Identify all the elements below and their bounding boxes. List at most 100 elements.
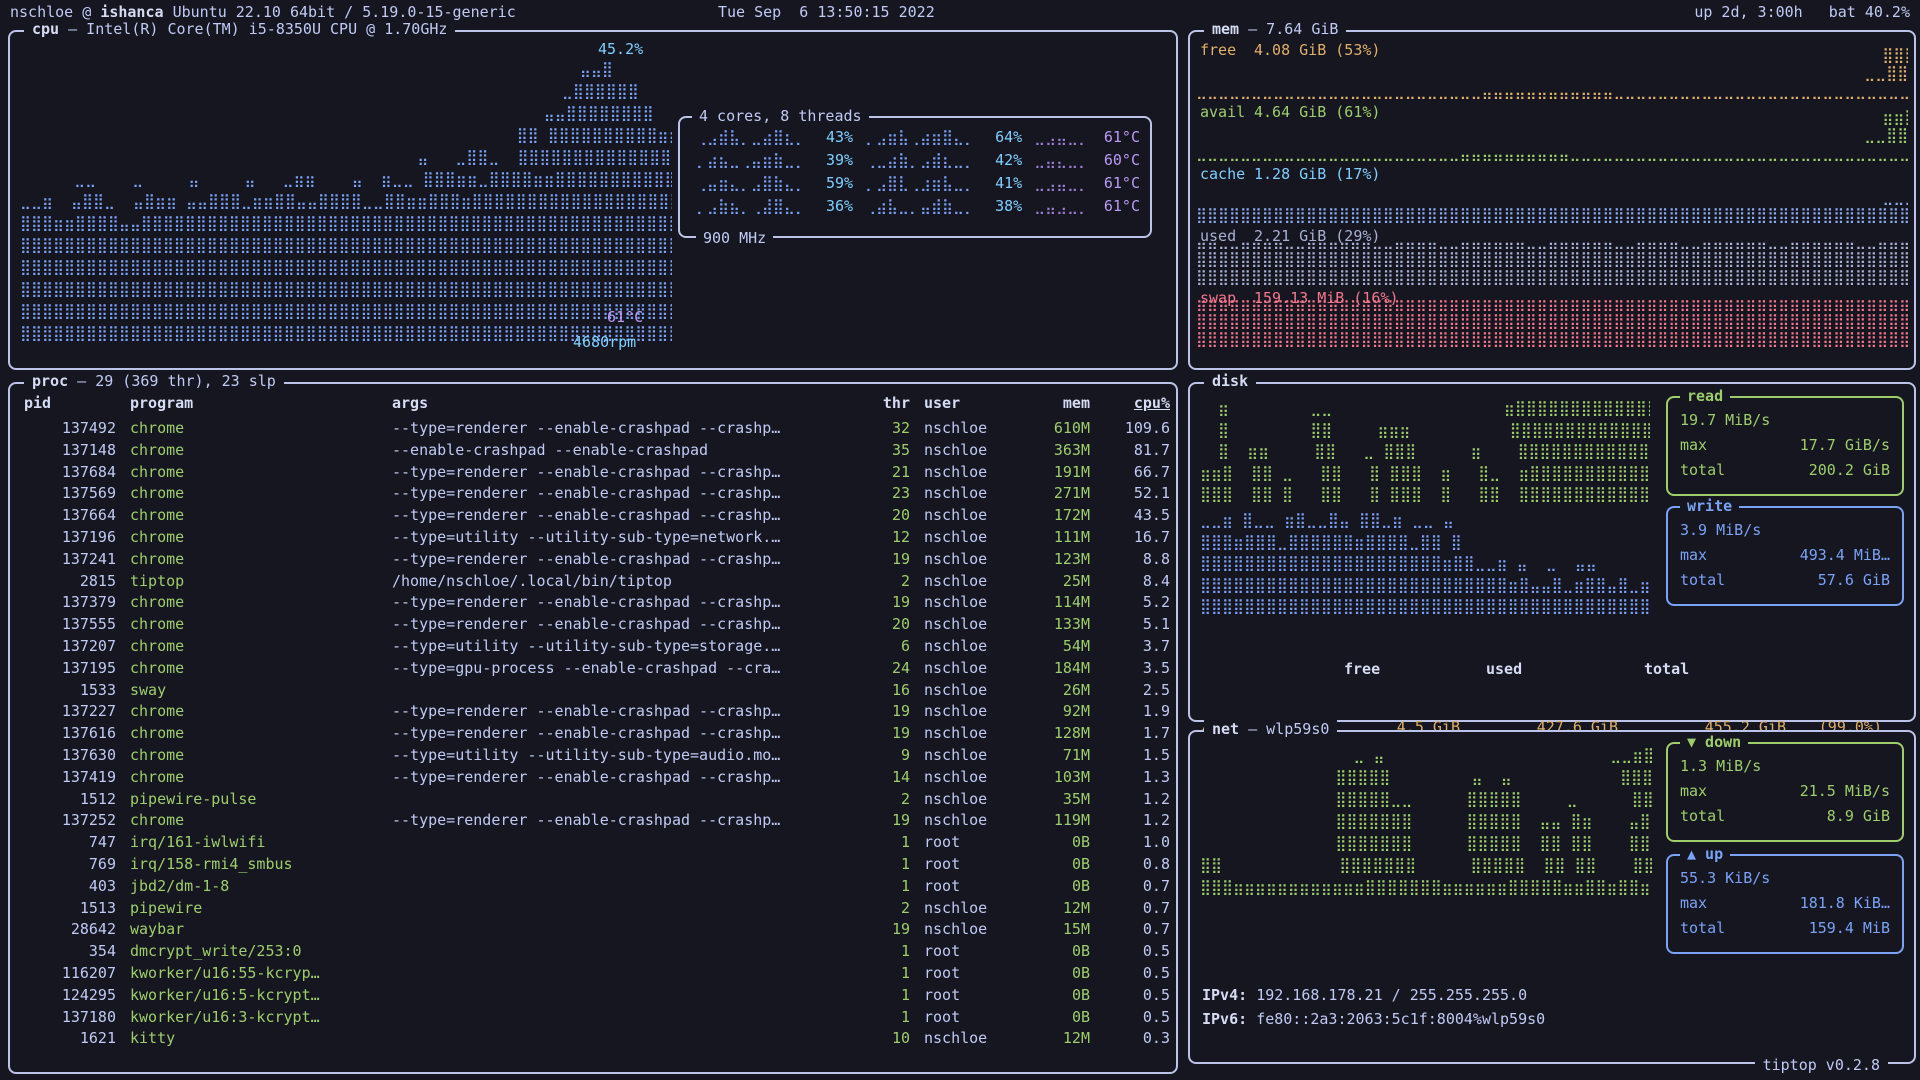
table-row[interactable]: 1533sway16nschloe26M2.5 [12,680,1174,702]
mem-label-swap: swap159.13 MiB (16%) [1200,289,1399,307]
cell-thr: 20 [868,505,910,527]
table-row[interactable]: 137241chrome--type=renderer --enable-cra… [12,549,1174,571]
mem-section-cache: ⣀⣀⣀ ⣿⣿⣿⣿⣿⣿⣿⣿⣿⣿⣿⣿⣿⣿⣿⣿⣿⣿⣿⣿⣿⣿⣿⣿⣿⣿⣿⣿⣿⣿⣿⣿⣿⣿⣿⣿… [1190,164,1914,226]
table-row[interactable]: 354dmcrypt_write/253:01root0B0.5 [12,941,1174,963]
cell-pid: 2815 [24,571,116,593]
cell-pid: 137379 [24,592,116,614]
cell-mem: 610M [1028,418,1090,440]
net-up-total-label: total [1680,916,1725,941]
mem-metric-name: used [1200,227,1254,245]
net-down-box-title: ▼ down [1680,733,1748,751]
disk-read-box-title: read [1680,387,1730,405]
core-row-0: ⢀⣠⣾⣧⡀⣀⣴⣿⣆⡀43%⡀⣠⣶⣧⢀⣴⣶⣿⣄⡀64%⣀⣠⣤⣀⡀61°C [696,126,1140,149]
mem-metric-name: avail [1200,103,1254,121]
cell-mem: 114M [1028,592,1090,614]
table-row[interactable]: 137207chrome--type=utility --utility-sub… [12,636,1174,658]
column-header-total: total [1618,658,1786,680]
table-row[interactable]: 137148chrome--enable-crashpad --enable-c… [12,440,1174,462]
cell-thr: 6 [868,636,910,658]
table-row[interactable]: 137227chrome--type=renderer --enable-cra… [12,701,1174,723]
cell-program: kitty [130,1028,378,1050]
cell-pid: 137148 [24,440,116,462]
cell-program: chrome [130,767,378,789]
table-row[interactable]: 137195chrome--type=gpu-process --enable-… [12,658,1174,680]
cpu-title: cpu [32,20,59,38]
net-subtitle: – wlp59s0 [1248,720,1329,738]
cell-pid: 747 [24,832,116,854]
table-row[interactable]: 137684chrome--type=renderer --enable-cra… [12,462,1174,484]
battery-status: bat 40.2% [1829,3,1910,21]
cell-pid: 1621 [24,1028,116,1050]
mount-path-header [1200,658,1318,680]
cell-user: nschloe [924,549,1014,571]
disk-read-box: read 19.7 MiB/s max17.7 GiB/s total200.2… [1666,396,1904,496]
cell-cpu: 1.7 [1104,723,1170,745]
cell-args: --type=utility --utility-sub-type=storag… [392,636,854,658]
cell-pid: 137241 [24,549,116,571]
table-row[interactable]: 137664chrome--type=renderer --enable-cra… [12,505,1174,527]
table-row[interactable]: 137419chrome--type=renderer --enable-cra… [12,767,1174,789]
cell-args: --type=utility --utility-sub-type=audio.… [392,745,854,767]
cell-cpu: 5.2 [1104,592,1170,614]
cell-cpu: 1.9 [1104,701,1170,723]
cell-program: chrome [130,723,378,745]
cell-program: chrome [130,549,378,571]
cell-mem: 12M [1028,1028,1090,1050]
cell-program: waybar [130,919,378,941]
clock: Tue Sep 6 13:50:15 2022 [718,3,935,21]
table-row[interactable]: 137616chrome--type=renderer --enable-cra… [12,723,1174,745]
table-row[interactable]: 137180kworker/u16:3-kcrypt…1root0B0.5 [12,1007,1174,1029]
table-row[interactable]: 747irq/161-iwlwifi1root0B1.0 [12,832,1174,854]
cell-program: chrome [130,440,378,462]
cell-thr: 19 [868,549,910,571]
table-row[interactable]: 1512pipewire-pulse2nschloe35M1.2 [12,789,1174,811]
table-row[interactable]: 769irq/158-rmi4_smbus1root0B0.8 [12,854,1174,876]
cores-box-title: 4 cores, 8 threads [692,107,869,125]
proc-panel-title: proc – 29 (369 thr), 23 slp [24,372,284,390]
table-row[interactable]: 137252chrome--type=renderer --enable-cra… [12,810,1174,832]
net-down-rate: 1.3 MiB/s [1680,754,1890,779]
cell-mem: 191M [1028,462,1090,484]
cell-user: root [924,941,1014,963]
table-row[interactable]: 137379chrome--type=renderer --enable-cra… [12,592,1174,614]
cell-user: nschloe [924,462,1014,484]
cell-args: --type=renderer --enable-crashpad --cras… [392,810,854,832]
table-row[interactable]: 137569chrome--type=renderer --enable-cra… [12,483,1174,505]
cell-pid: 116207 [24,963,116,985]
table-row[interactable]: 137630chrome--type=utility --utility-sub… [12,745,1174,767]
cell-thr: 19 [868,810,910,832]
table-row[interactable]: 1621kitty10nschloe12M0.3 [12,1028,1174,1050]
net-down-box: ▼ down 1.3 MiB/s max21.5 MiB/s total8.9 … [1666,742,1904,842]
ipv4-line: IPv4: 192.168.178.21 / 255.255.255.0 [1202,986,1527,1004]
net-down-total-label: total [1680,804,1725,829]
net-panel-title: net – wlp59s0 [1204,720,1337,738]
cell-user: nschloe [924,483,1014,505]
cell-cpu: 1.2 [1104,789,1170,811]
disk-write-box-title: write [1680,497,1739,515]
table-row[interactable]: 28642waybar19nschloe15M0.7 [12,919,1174,941]
app-version: tiptop v0.2.8 [1755,1056,1888,1074]
cpu-fan-speed: 4680rpm [573,333,636,351]
table-row[interactable]: 137196chrome--type=utility --utility-sub… [12,527,1174,549]
core-load-sparkline: ⡀⣠⣶⣧⢀⣴⣶⣿⣄⡀ [865,126,975,149]
table-row[interactable]: 137492chrome--type=renderer --enable-cra… [12,418,1174,440]
cell-pid: 137196 [24,527,116,549]
table-row[interactable]: 124295kworker/u16:5-kcrypt…1root0B0.5 [12,985,1174,1007]
cpu-temperature: 61°C [607,308,643,326]
cell-args [392,789,854,811]
cell-args: --type=gpu-process --enable-crashpad --c… [392,658,854,680]
mem-metric-name: cache [1200,165,1254,183]
cell-pid: 137569 [24,483,116,505]
table-row[interactable]: 403jbd2/dm-1-81root0B0.7 [12,876,1174,898]
ipv6-line: IPv6: fe80::2a3:2063:5c1f:8004%wlp59s0 [1202,1010,1545,1028]
table-row[interactable]: 116207kworker/u16:55-kcryp…1root0B0.5 [12,963,1174,985]
core-load-percent: 64% [987,126,1022,149]
table-row[interactable]: 1513pipewire2nschloe12M0.7 [12,898,1174,920]
table-row[interactable]: 137555chrome--type=renderer --enable-cra… [12,614,1174,636]
cell-program: chrome [130,483,378,505]
table-row[interactable]: 2815tiptop/home/nschloe/.local/bin/tipto… [12,571,1174,593]
cell-program: chrome [130,418,378,440]
cell-mem: 128M [1028,723,1090,745]
core-load-percent: 36% [818,195,853,218]
cell-cpu: 66.7 [1104,462,1170,484]
